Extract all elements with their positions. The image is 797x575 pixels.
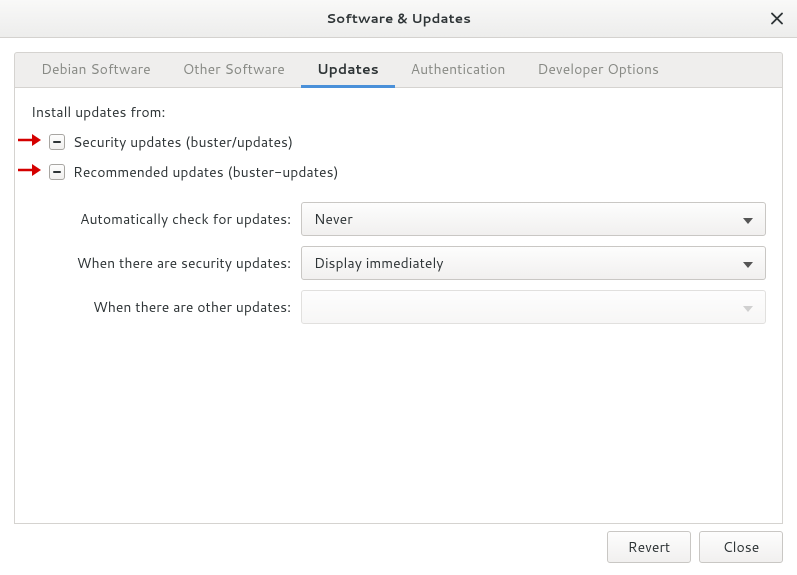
recommended-updates-checkbox[interactable] (49, 164, 65, 180)
install-from-heading: Install updates from: (31, 102, 766, 122)
tab-authentication[interactable]: Authentication (395, 53, 522, 88)
annotation-arrow-icon (18, 162, 46, 182)
chevron-down-icon (743, 297, 753, 317)
auto-check-label: Automatically check for updates: (31, 209, 301, 229)
tab-bar: Debian Software Other Software Updates A… (14, 52, 783, 88)
security-updates-value: Display immediately (314, 253, 444, 273)
chevron-down-icon (743, 253, 753, 273)
close-button[interactable]: Close (699, 531, 783, 563)
security-updates-label: Security updates (buster/updates) (73, 132, 293, 152)
security-updates-row: Security updates (buster/updates) (49, 132, 766, 152)
security-updates-combo[interactable]: Display immediately (301, 246, 766, 280)
window-title: Software & Updates (326, 9, 471, 28)
dialog-footer: Revert Close (607, 531, 783, 563)
auto-check-value: Never (314, 209, 353, 229)
tab-debian-software[interactable]: Debian Software (25, 53, 167, 88)
recommended-updates-label: Recommended updates (buster-updates) (73, 162, 339, 182)
other-updates-when-label: When there are other updates: (31, 297, 301, 317)
chevron-down-icon (743, 209, 753, 229)
security-updates-when-label: When there are security updates: (31, 253, 301, 273)
auto-check-combo[interactable]: Never (301, 202, 766, 236)
recommended-updates-row: Recommended updates (buster-updates) (49, 162, 766, 182)
update-settings-form: Automatically check for updates: Never W… (31, 202, 766, 324)
tab-developer-options[interactable]: Developer Options (521, 53, 675, 88)
content-area: Debian Software Other Software Updates A… (0, 38, 797, 524)
updates-panel: Install updates from: Security updates (… (14, 88, 783, 524)
annotation-arrow-icon (18, 132, 46, 152)
tab-other-software[interactable]: Other Software (167, 53, 301, 88)
security-updates-checkbox[interactable] (49, 134, 65, 150)
close-icon[interactable] (771, 11, 783, 26)
revert-button[interactable]: Revert (607, 531, 691, 563)
other-updates-combo (301, 290, 766, 324)
titlebar: Software & Updates (0, 0, 797, 38)
tab-updates[interactable]: Updates (301, 53, 395, 88)
